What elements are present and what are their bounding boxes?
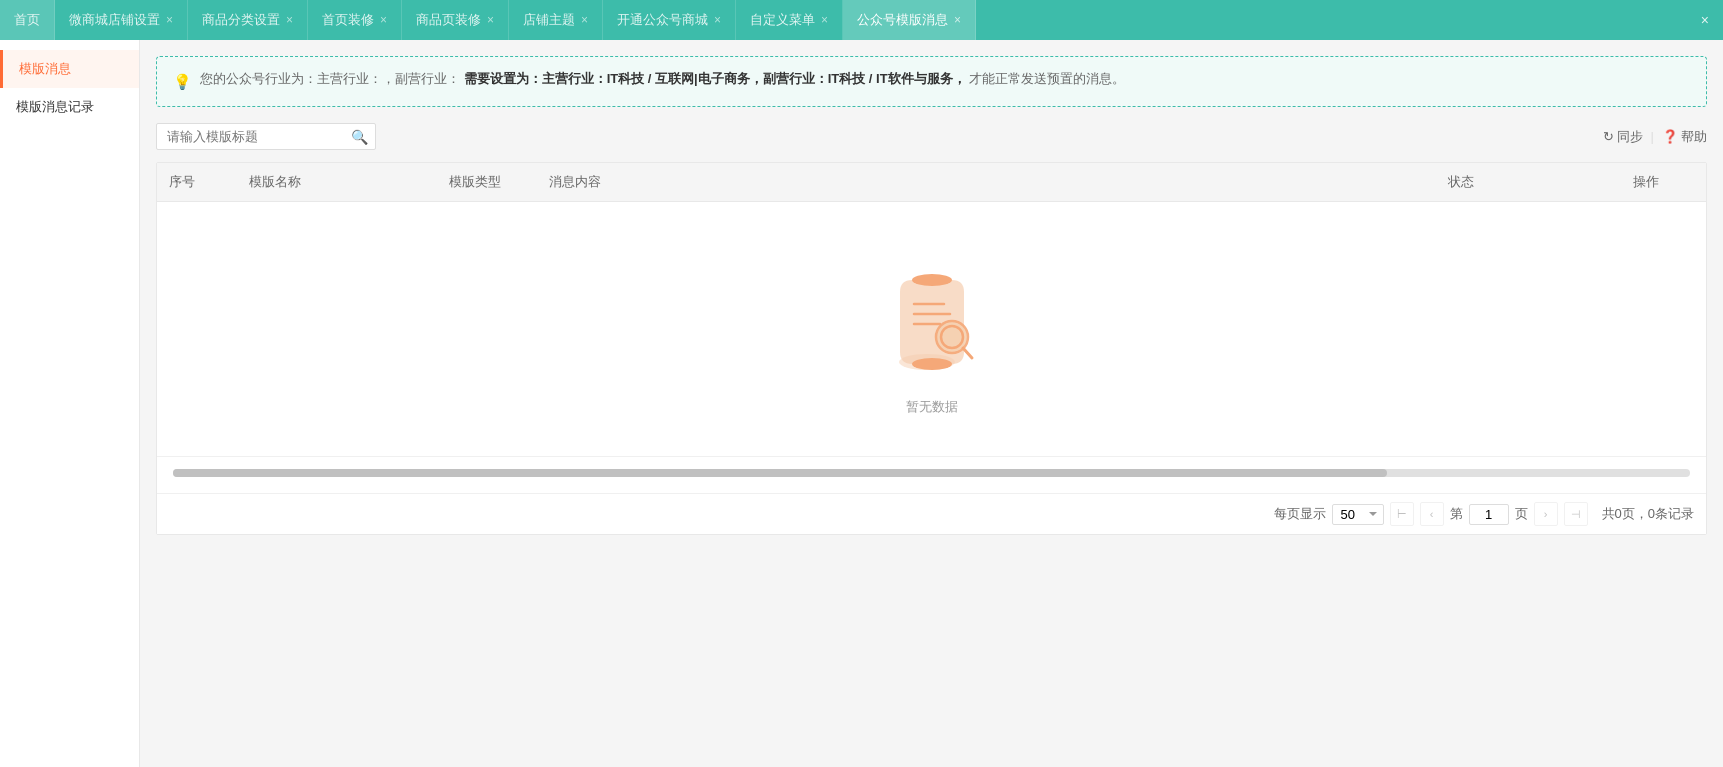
close-shop-settings[interactable]: × bbox=[166, 13, 173, 27]
home-decoration-label: 首页装修 bbox=[322, 11, 374, 29]
custom-menu-label: 自定义菜单 bbox=[750, 11, 815, 29]
toolbar-divider: | bbox=[1651, 129, 1654, 144]
close-all-button[interactable]: × bbox=[1687, 12, 1723, 28]
fake-scrollbar[interactable] bbox=[173, 469, 1690, 477]
page-size-select[interactable]: 50 10 20 100 bbox=[1332, 504, 1384, 525]
th-action: 操作 bbox=[1586, 163, 1706, 201]
sidebar-item-template-message-record[interactable]: 模版消息记录 bbox=[0, 88, 139, 126]
open-mall-label: 开通公众号商城 bbox=[617, 11, 708, 29]
close-custom-menu[interactable]: × bbox=[821, 13, 828, 27]
total-info: 共0页，0条记录 bbox=[1602, 505, 1694, 523]
table-header: 序号 模版名称 模版类型 消息内容 状态 操作 bbox=[157, 163, 1706, 202]
page-number-input[interactable] bbox=[1469, 504, 1509, 525]
th-type: 模版类型 bbox=[437, 163, 537, 201]
page-size-label: 每页显示 bbox=[1274, 505, 1326, 523]
scrollbar-area bbox=[157, 456, 1706, 493]
first-page-button[interactable]: ⊢ bbox=[1390, 502, 1414, 526]
notice-suffix: 才能正常发送预置的消息。 bbox=[969, 71, 1125, 86]
last-page-button[interactable]: ⊣ bbox=[1564, 502, 1588, 526]
th-content: 消息内容 bbox=[537, 163, 1436, 201]
notice-prefix: 您的公众号行业为：主营行业：，副营行业： bbox=[200, 71, 460, 86]
shop-theme-label: 店铺主题 bbox=[523, 11, 575, 29]
nav-tab-shop-theme[interactable]: 店铺主题 × bbox=[509, 0, 603, 40]
nav-tab-home-decoration[interactable]: 首页装修 × bbox=[308, 0, 402, 40]
notice-text: 您的公众号行业为：主营行业：，副营行业： 需要设置为：主营行业：IT科技 / 互… bbox=[200, 69, 1125, 90]
svg-line-8 bbox=[963, 348, 972, 358]
svg-point-2 bbox=[912, 358, 952, 370]
nav-tab-open-mall[interactable]: 开通公众号商城 × bbox=[603, 0, 736, 40]
template-msg-label: 公众号模版消息 bbox=[857, 11, 948, 29]
shop-settings-label: 微商城店铺设置 bbox=[69, 11, 160, 29]
th-index: 序号 bbox=[157, 163, 237, 201]
search-input[interactable] bbox=[156, 123, 376, 150]
empty-text: 暂无数据 bbox=[906, 398, 958, 416]
close-home-decoration[interactable]: × bbox=[380, 13, 387, 27]
main-layout: 模版消息 模版消息记录 💡 您的公众号行业为：主营行业：，副营行业： 需要设置为… bbox=[0, 40, 1723, 767]
product-decoration-label: 商品页装修 bbox=[416, 11, 481, 29]
table-wrap: 序号 模版名称 模版类型 消息内容 状态 操作 bbox=[156, 162, 1707, 535]
help-button[interactable]: ❓ 帮助 bbox=[1662, 128, 1707, 146]
home-tab-label: 首页 bbox=[14, 11, 40, 29]
prev-page-button[interactable]: ‹ bbox=[1420, 502, 1444, 526]
close-shop-theme[interactable]: × bbox=[581, 13, 588, 27]
notice-icon: 💡 bbox=[173, 70, 192, 94]
help-icon: ❓ bbox=[1662, 129, 1678, 144]
sidebar-item-template-message[interactable]: 模版消息 bbox=[0, 50, 139, 88]
next-page-button[interactable]: › bbox=[1534, 502, 1558, 526]
sync-icon: ↻ bbox=[1603, 129, 1614, 144]
nav-tab-product-decoration[interactable]: 商品页装修 × bbox=[402, 0, 509, 40]
sync-label: 同步 bbox=[1617, 128, 1643, 146]
nav-tab-home[interactable]: 首页 bbox=[0, 0, 55, 40]
nav-tab-template-msg[interactable]: 公众号模版消息 × bbox=[843, 0, 976, 40]
svg-point-1 bbox=[912, 274, 952, 286]
page-label-post: 页 bbox=[1515, 505, 1528, 523]
pagination: 每页显示 50 10 20 100 ⊢ ‹ 第 页 › ⊣ 共0页，0条记录 bbox=[157, 493, 1706, 534]
th-name: 模版名称 bbox=[237, 163, 437, 201]
sidebar: 模版消息 模版消息记录 bbox=[0, 40, 140, 767]
notice-box: 💡 您的公众号行业为：主营行业：，副营行业： 需要设置为：主营行业：IT科技 /… bbox=[156, 56, 1707, 107]
close-open-mall[interactable]: × bbox=[714, 13, 721, 27]
search-input-wrap: 🔍 bbox=[156, 123, 376, 150]
category-settings-label: 商品分类设置 bbox=[202, 11, 280, 29]
nav-tab-shop-settings[interactable]: 微商城店铺设置 × bbox=[55, 0, 188, 40]
close-category-settings[interactable]: × bbox=[286, 13, 293, 27]
content-area: 💡 您的公众号行业为：主营行业：，副营行业： 需要设置为：主营行业：IT科技 /… bbox=[140, 40, 1723, 767]
nav-tab-custom-menu[interactable]: 自定义菜单 × bbox=[736, 0, 843, 40]
empty-illustration bbox=[872, 262, 992, 382]
toolbar-right: ↻ 同步 | ❓ 帮助 bbox=[1603, 128, 1707, 146]
scrollbar-thumb[interactable] bbox=[173, 469, 1387, 477]
close-template-msg[interactable]: × bbox=[954, 13, 961, 27]
notice-highlight: 需要设置为：主营行业：IT科技 / 互联网|电子商务，副营行业：IT科技 / I… bbox=[464, 71, 966, 86]
page-label-pre: 第 bbox=[1450, 505, 1463, 523]
top-nav: 首页 微商城店铺设置 × 商品分类设置 × 首页装修 × 商品页装修 × 店铺主… bbox=[0, 0, 1723, 40]
search-bar: 🔍 ↻ 同步 | ❓ 帮助 bbox=[156, 123, 1707, 150]
search-icon[interactable]: 🔍 bbox=[351, 129, 368, 145]
help-label: 帮助 bbox=[1681, 128, 1707, 146]
empty-state: 暂无数据 bbox=[157, 202, 1706, 456]
th-status: 状态 bbox=[1436, 163, 1586, 201]
sync-button[interactable]: ↻ 同步 bbox=[1603, 128, 1643, 146]
nav-tab-category-settings[interactable]: 商品分类设置 × bbox=[188, 0, 308, 40]
close-product-decoration[interactable]: × bbox=[487, 13, 494, 27]
